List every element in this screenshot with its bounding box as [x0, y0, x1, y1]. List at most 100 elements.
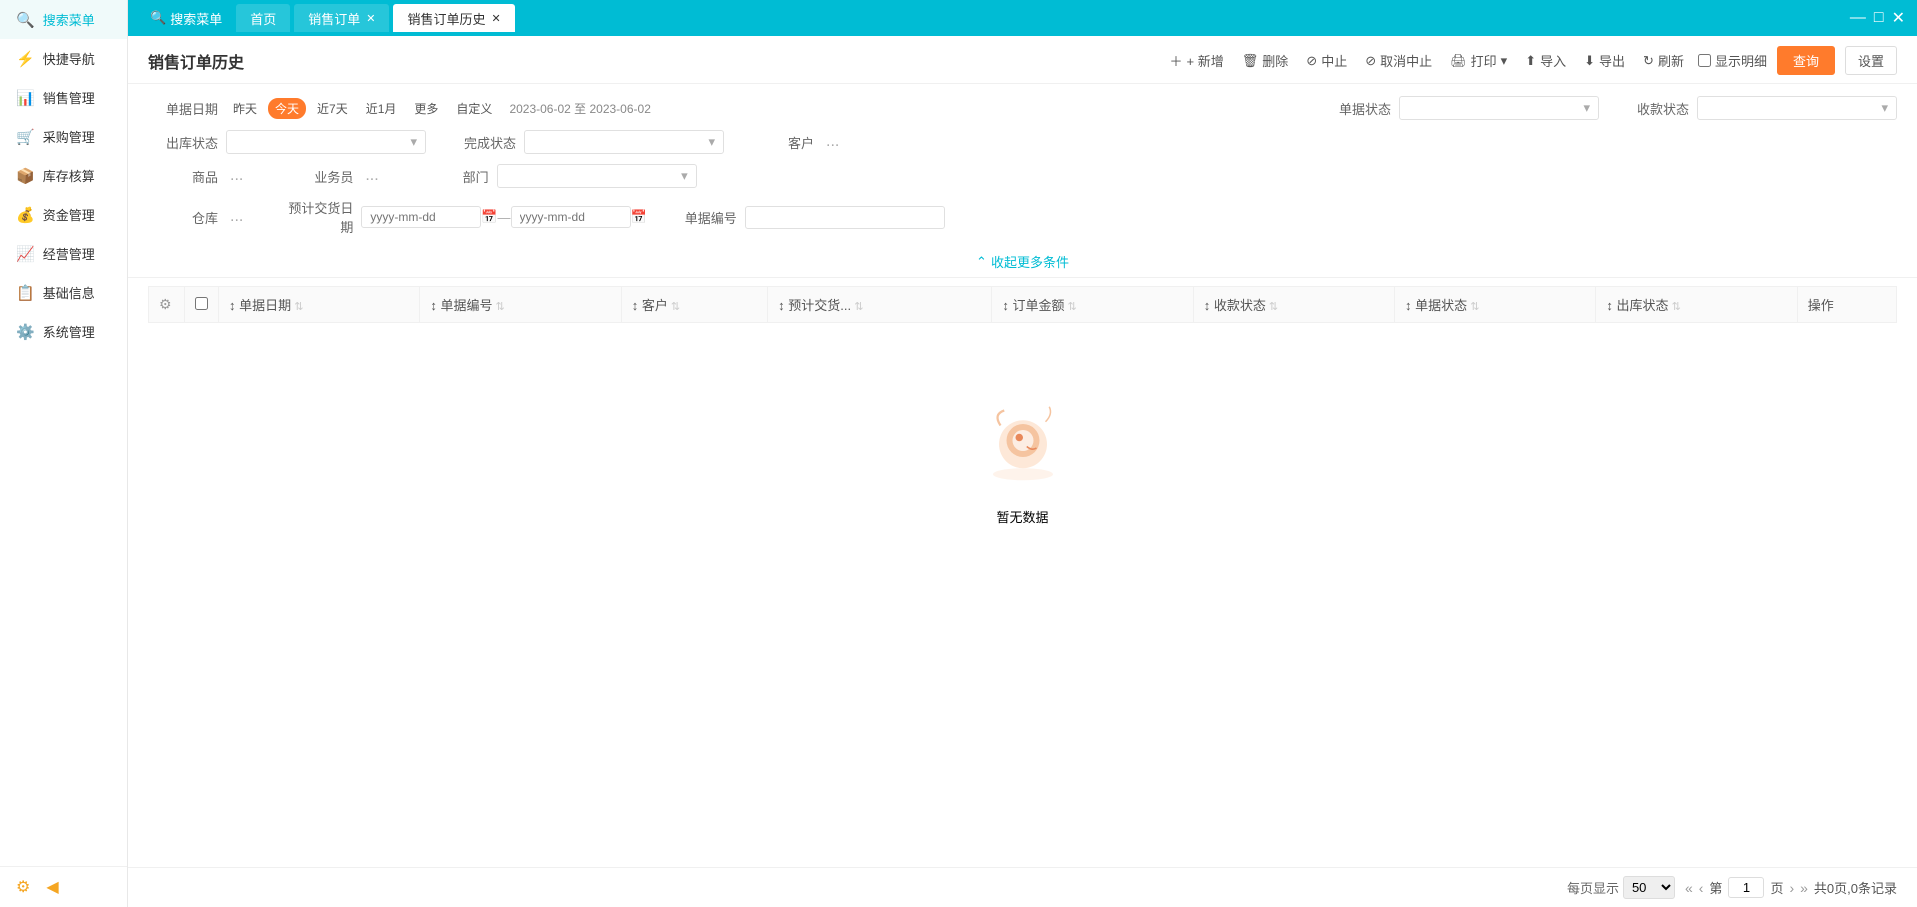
cancel-stop-button[interactable]: ⊘ 取消中止 [1361, 49, 1436, 72]
purchase-icon: 🛒 [16, 128, 35, 146]
print-icon: 🖨 [1450, 53, 1467, 69]
col-date[interactable]: ↕ 单据日期 [219, 287, 420, 323]
next-page-btn[interactable]: › [1789, 880, 1794, 896]
page-label-suffix: 页 [1770, 878, 1783, 897]
sidebar-item-sales[interactable]: 📊 销售管理 [0, 78, 127, 117]
delivery-label: 预计交货日期 [283, 198, 353, 236]
customer-dots-btn[interactable]: ... [826, 133, 839, 151]
date-btn-today[interactable]: 今天 [268, 98, 306, 119]
col-number[interactable]: ↕ 单据编号 [420, 287, 621, 323]
system-icon: ⚙️ [16, 323, 35, 341]
prev-page-btn[interactable]: ‹ [1699, 880, 1704, 896]
page-header: 销售订单历史 ＋ + 新增 🗑 删除 ⊘ 中止 ⊘ 取消中止 [128, 36, 1917, 84]
warehouse-label: 仓库 [148, 208, 218, 227]
sidebar-item-purchase[interactable]: 🛒 采购管理 [0, 117, 127, 156]
last-page-btn[interactable]: » [1800, 880, 1808, 896]
date-btn-more[interactable]: 更多 [407, 98, 445, 119]
finance-icon: 💰 [16, 206, 35, 224]
topbar-search[interactable]: 🔍 搜索菜单 [140, 9, 232, 28]
refresh-label: 刷新 [1658, 51, 1684, 70]
sidebar-item-quicknav[interactable]: ⚡ 快捷导航 [0, 39, 127, 78]
bill-number-label: 单据编号 [667, 208, 737, 227]
display-detail-label: 显示明细 [1715, 51, 1767, 70]
col-delivery[interactable]: ↕ 预计交货... [768, 287, 992, 323]
tab-home[interactable]: 首页 [236, 4, 290, 32]
print-button[interactable]: 🖨 打印 ▾ [1446, 49, 1511, 72]
bill-number-input[interactable] [745, 206, 945, 229]
date-range-display: 2023-06-02 至 2023-06-02 [509, 100, 650, 117]
refresh-button[interactable]: ↻ 刷新 [1639, 49, 1688, 72]
sidebar-collapse-icon[interactable]: ◀ [46, 877, 58, 897]
settings-button[interactable]: 设置 [1845, 46, 1897, 75]
tab-sales-order-history[interactable]: 销售订单历史 ✕ [393, 4, 514, 32]
collapse-button[interactable]: ⌃ 收起更多条件 [148, 246, 1897, 277]
first-page-btn[interactable]: « [1685, 880, 1693, 896]
print-label: 打印 [1471, 51, 1497, 70]
complete-status-select[interactable]: ▾ [524, 130, 724, 154]
tab-sales-order-close[interactable]: ✕ [366, 12, 375, 25]
delivery-to-input[interactable] [511, 206, 631, 228]
stop-button[interactable]: ⊘ 中止 [1302, 49, 1351, 72]
export-button[interactable]: ⬇ 导出 [1580, 49, 1629, 72]
date-btn-yesterday[interactable]: 昨天 [226, 98, 264, 119]
col-receipt-status[interactable]: ↕ 收款状态 [1193, 287, 1394, 323]
bill-status-label: 单据状态 [1321, 99, 1391, 118]
operations-icon: 📈 [16, 245, 35, 263]
main-area: 🔍 搜索菜单 首页 销售订单 ✕ 销售订单历史 ✕ — □ ✕ 销售订单历史 ＋ [128, 0, 1917, 907]
bill-status-select[interactable]: ▾ [1399, 96, 1599, 120]
tab-sales-order-history-close[interactable]: ✕ [491, 12, 500, 25]
collapse-up-icon: ⌃ [976, 254, 987, 270]
warehouse-dots-btn[interactable]: ... [230, 208, 243, 226]
tab-sales-order[interactable]: 销售订单 ✕ [294, 4, 389, 32]
date-btn-custom[interactable]: 自定义 [449, 98, 499, 119]
delivery-to-calendar-icon[interactable]: 📅 [631, 209, 647, 225]
date-btn-7days[interactable]: 近7天 [310, 98, 355, 119]
display-detail-checkbox[interactable] [1698, 54, 1711, 67]
table-settings-icon[interactable]: ⚙ [159, 296, 172, 312]
per-page-select[interactable]: 50 100 200 [1623, 876, 1675, 899]
sidebar-item-finance[interactable]: 💰 资金管理 [0, 195, 127, 234]
col-bill-status[interactable]: ↕ 单据状态 [1395, 287, 1596, 323]
sidebar-inventory-label: 库存核算 [43, 166, 95, 185]
sidebar: 🔍 搜索菜单 ⚡ 快捷导航 📊 销售管理 🛒 采购管理 📦 库存核算 💰 资金管… [0, 0, 128, 907]
department-select[interactable]: ▾ [497, 164, 697, 188]
window-minimize-icon[interactable]: — [1850, 9, 1866, 27]
sales-rep-dots-btn[interactable]: ... [365, 167, 378, 185]
import-button[interactable]: ⬆ 导入 [1521, 49, 1570, 72]
sidebar-system-label: 系统管理 [43, 322, 95, 341]
delivery-from-calendar-icon[interactable]: 📅 [481, 209, 497, 225]
new-button[interactable]: ＋ + 新增 [1166, 49, 1228, 72]
window-close-icon[interactable]: ✕ [1892, 8, 1905, 28]
import-label: 导入 [1540, 51, 1566, 70]
pagination: « ‹ 第 页 › » 共0页,0条记录 [1685, 877, 1897, 898]
filter-row-2: 出库状态 ▾ 完成状态 ▾ 客户 ... [148, 130, 1897, 154]
refresh-icon: ↻ [1643, 53, 1654, 69]
sidebar-item-basicinfo[interactable]: 📋 基础信息 [0, 273, 127, 312]
sidebar-finance-label: 资金管理 [43, 205, 95, 224]
display-detail-toggle[interactable]: 显示明细 [1698, 51, 1767, 70]
receipt-status-select[interactable]: ▾ [1697, 96, 1897, 120]
table-checkbox-header [185, 287, 219, 323]
window-maximize-icon[interactable]: □ [1874, 9, 1884, 27]
delivery-from-input[interactable] [361, 206, 481, 228]
sidebar-item-operations[interactable]: 📈 经营管理 [0, 234, 127, 273]
per-page-control: 每页显示 50 100 200 [1567, 876, 1675, 899]
page-number-input[interactable] [1728, 877, 1764, 898]
query-button[interactable]: 查询 [1777, 46, 1835, 75]
col-amount[interactable]: ↕ 订单金额 [992, 287, 1193, 323]
table-select-all[interactable] [195, 297, 208, 310]
sidebar-item-system[interactable]: ⚙️ 系统管理 [0, 312, 127, 351]
date-btn-1month[interactable]: 近1月 [359, 98, 404, 119]
sidebar-settings-icon[interactable]: ⚙ [16, 877, 30, 897]
col-customer[interactable]: ↕ 客户 [621, 287, 767, 323]
outbound-status-select[interactable]: ▾ [226, 130, 426, 154]
col-outbound-status[interactable]: ↕ 出库状态 [1596, 287, 1797, 323]
sidebar-item-search[interactable]: 🔍 搜索菜单 [0, 0, 127, 39]
sidebar-item-inventory[interactable]: 📦 库存核算 [0, 156, 127, 195]
filter-row-3: 商品 ... 业务员 ... 部门 ▾ [148, 164, 1897, 188]
sidebar-bottom: ⚙ ◀ [0, 866, 127, 907]
cancel-stop-label: 取消中止 [1380, 51, 1432, 70]
delete-button[interactable]: 🗑 删除 [1238, 49, 1293, 72]
goods-dots-btn[interactable]: ... [230, 167, 243, 185]
receipt-status-label: 收款状态 [1619, 99, 1689, 118]
